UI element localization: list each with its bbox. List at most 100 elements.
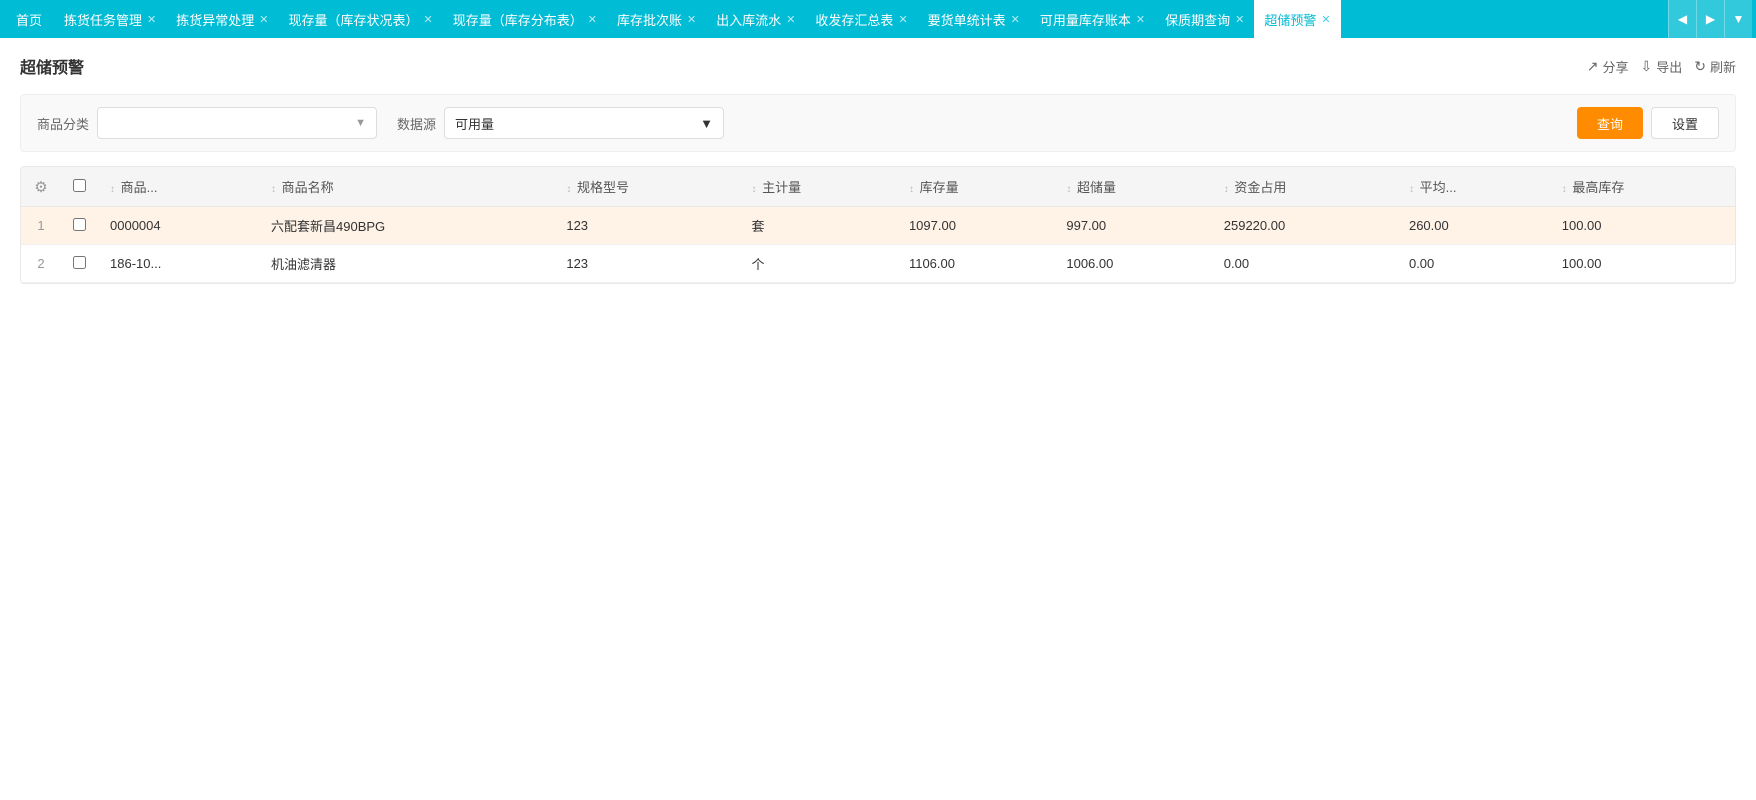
nav-prev-arrow[interactable]: ◀: [1668, 0, 1696, 38]
tab-close[interactable]: ✕: [147, 13, 156, 26]
tab-overstock[interactable]: 超储预警 ✕: [1254, 0, 1340, 38]
row-stock: 1106.00: [897, 245, 1054, 283]
category-filter-group: 商品分类 ▼: [37, 107, 377, 139]
tab-close[interactable]: ✕: [687, 13, 696, 26]
row-over: 997.00: [1054, 207, 1211, 245]
tab-available[interactable]: 可用量库存账本 ✕: [1030, 0, 1155, 38]
table-row: 2 186-10... 机油滤清器 123 个 1106.00 1006.00 …: [21, 245, 1735, 283]
sort-icon: ↕: [110, 184, 115, 195]
col-settings: ⚙: [21, 167, 61, 207]
table-body: 1 0000004 六配套新昌490BPG 123 套 1097.00 997.…: [21, 207, 1735, 283]
settings-button[interactable]: 设置: [1651, 107, 1719, 139]
data-table: ⚙ ↕ 商品... ↕ 商品名称 ↕ 规格型号: [21, 167, 1735, 283]
tab-expiry[interactable]: 保质期查询 ✕: [1155, 0, 1254, 38]
row-code: 186-10...: [98, 245, 259, 283]
table-header-row: ⚙ ↕ 商品... ↕ 商品名称 ↕ 规格型号: [21, 167, 1735, 207]
row-checkbox[interactable]: [73, 218, 86, 231]
th-unit[interactable]: ↕ 主计量: [740, 167, 897, 207]
tab-jialuo[interactable]: 拣货任务管理 ✕: [54, 0, 166, 38]
tab-close[interactable]: ✕: [1136, 13, 1145, 26]
tab-close[interactable]: ✕: [1235, 13, 1244, 26]
table-row: 1 0000004 六配套新昌490BPG 123 套 1097.00 997.…: [21, 207, 1735, 245]
export-button[interactable]: ⇩ 导出: [1641, 57, 1683, 76]
query-button[interactable]: 查询: [1577, 107, 1643, 139]
row-code: 0000004: [98, 207, 259, 245]
row-checkbox-cell: [61, 245, 98, 283]
tab-inout[interactable]: 出入库流水 ✕: [706, 0, 805, 38]
category-select[interactable]: ▼: [97, 107, 377, 139]
select-all-checkbox[interactable]: [73, 179, 86, 192]
th-capital[interactable]: ↕ 资金占用: [1212, 167, 1397, 207]
th-code[interactable]: ↕ 商品...: [98, 167, 259, 207]
nav-more-arrow[interactable]: ▼: [1724, 0, 1752, 38]
export-icon: ⇩: [1641, 58, 1653, 75]
row-avg: 260.00: [1397, 207, 1550, 245]
tab-close[interactable]: ✕: [424, 13, 433, 26]
th-name[interactable]: ↕ 商品名称: [259, 167, 554, 207]
datasource-filter-group: 数据源 可用量 ▼: [397, 107, 724, 139]
tab-collect[interactable]: 收发存汇总表 ✕: [805, 0, 917, 38]
row-unit: 个: [740, 245, 897, 283]
row-checkbox-cell: [61, 207, 98, 245]
row-name: 六配套新昌490BPG: [259, 207, 554, 245]
page-content: 超储预警 ↗ 分享 ⇩ 导出 ↻ 刷新 商品分类 ▼ 数据源: [0, 38, 1756, 300]
action-buttons: 查询 设置: [1577, 107, 1719, 139]
th-spec[interactable]: ↕ 规格型号: [554, 167, 739, 207]
refresh-button[interactable]: ↻ 刷新: [1694, 57, 1736, 76]
column-settings-icon[interactable]: ⚙: [34, 179, 47, 196]
row-spec: 123: [554, 207, 739, 245]
row-capital: 259220.00: [1212, 207, 1397, 245]
header-actions: ↗ 分享 ⇩ 导出 ↻ 刷新: [1587, 57, 1736, 76]
refresh-icon: ↻: [1694, 58, 1706, 75]
nav-home[interactable]: 首页: [4, 0, 54, 38]
page-header: 超储预警 ↗ 分享 ⇩ 导出 ↻ 刷新: [20, 54, 1736, 78]
row-unit: 套: [740, 207, 897, 245]
datasource-label: 数据源: [397, 114, 436, 133]
sort-icon: ↕: [1224, 184, 1229, 195]
nav-next-arrow[interactable]: ▶: [1696, 0, 1724, 38]
row-over: 1006.00: [1054, 245, 1211, 283]
tab-close[interactable]: ✕: [1321, 13, 1330, 26]
sort-icon: ↕: [1066, 184, 1071, 195]
tab-inventory-dist[interactable]: 现存量（库存分布表） ✕: [443, 0, 607, 38]
col-select-all: [61, 167, 98, 207]
row-num: 2: [21, 245, 61, 283]
sort-icon: ↕: [909, 184, 914, 195]
datasource-select[interactable]: 可用量 ▼: [444, 107, 724, 139]
sort-icon: ↕: [271, 184, 276, 195]
share-button[interactable]: ↗ 分享: [1587, 57, 1629, 76]
tab-order-stat[interactable]: 要货单统计表 ✕: [918, 0, 1030, 38]
row-capital: 0.00: [1212, 245, 1397, 283]
tab-close[interactable]: ✕: [588, 13, 597, 26]
row-spec: 123: [554, 245, 739, 283]
tab-batch[interactable]: 库存批次账 ✕: [607, 0, 706, 38]
page-title: 超储预警: [20, 54, 84, 78]
filter-area: 商品分类 ▼ 数据源 可用量 ▼ 查询 设置: [20, 94, 1736, 152]
row-name: 机油滤清器: [259, 245, 554, 283]
sort-icon: ↕: [1409, 184, 1414, 195]
row-num: 1: [21, 207, 61, 245]
row-max: 100.00: [1550, 245, 1735, 283]
tab-close[interactable]: ✕: [1011, 13, 1020, 26]
tab-close[interactable]: ✕: [898, 13, 907, 26]
share-icon: ↗: [1587, 58, 1599, 75]
th-avg[interactable]: ↕ 平均...: [1397, 167, 1550, 207]
chevron-down-icon: ▼: [700, 116, 713, 131]
th-max[interactable]: ↕ 最高库存: [1550, 167, 1735, 207]
chevron-down-icon: ▼: [355, 117, 366, 129]
th-over[interactable]: ↕ 超储量: [1054, 167, 1211, 207]
nav-arrows: ◀ ▶ ▼: [1668, 0, 1752, 38]
row-avg: 0.00: [1397, 245, 1550, 283]
tab-exception[interactable]: 拣货异常处理 ✕: [166, 0, 278, 38]
row-stock: 1097.00: [897, 207, 1054, 245]
th-stock[interactable]: ↕ 库存量: [897, 167, 1054, 207]
datasource-value: 可用量: [455, 114, 494, 133]
row-checkbox[interactable]: [73, 256, 86, 269]
tab-close[interactable]: ✕: [786, 13, 795, 26]
tab-inventory-status[interactable]: 现存量（库存状况表） ✕: [278, 0, 442, 38]
category-label: 商品分类: [37, 114, 89, 133]
tab-close[interactable]: ✕: [259, 13, 268, 26]
sort-icon: ↕: [752, 184, 757, 195]
row-max: 100.00: [1550, 207, 1735, 245]
table-container: ⚙ ↕ 商品... ↕ 商品名称 ↕ 规格型号: [20, 166, 1736, 284]
